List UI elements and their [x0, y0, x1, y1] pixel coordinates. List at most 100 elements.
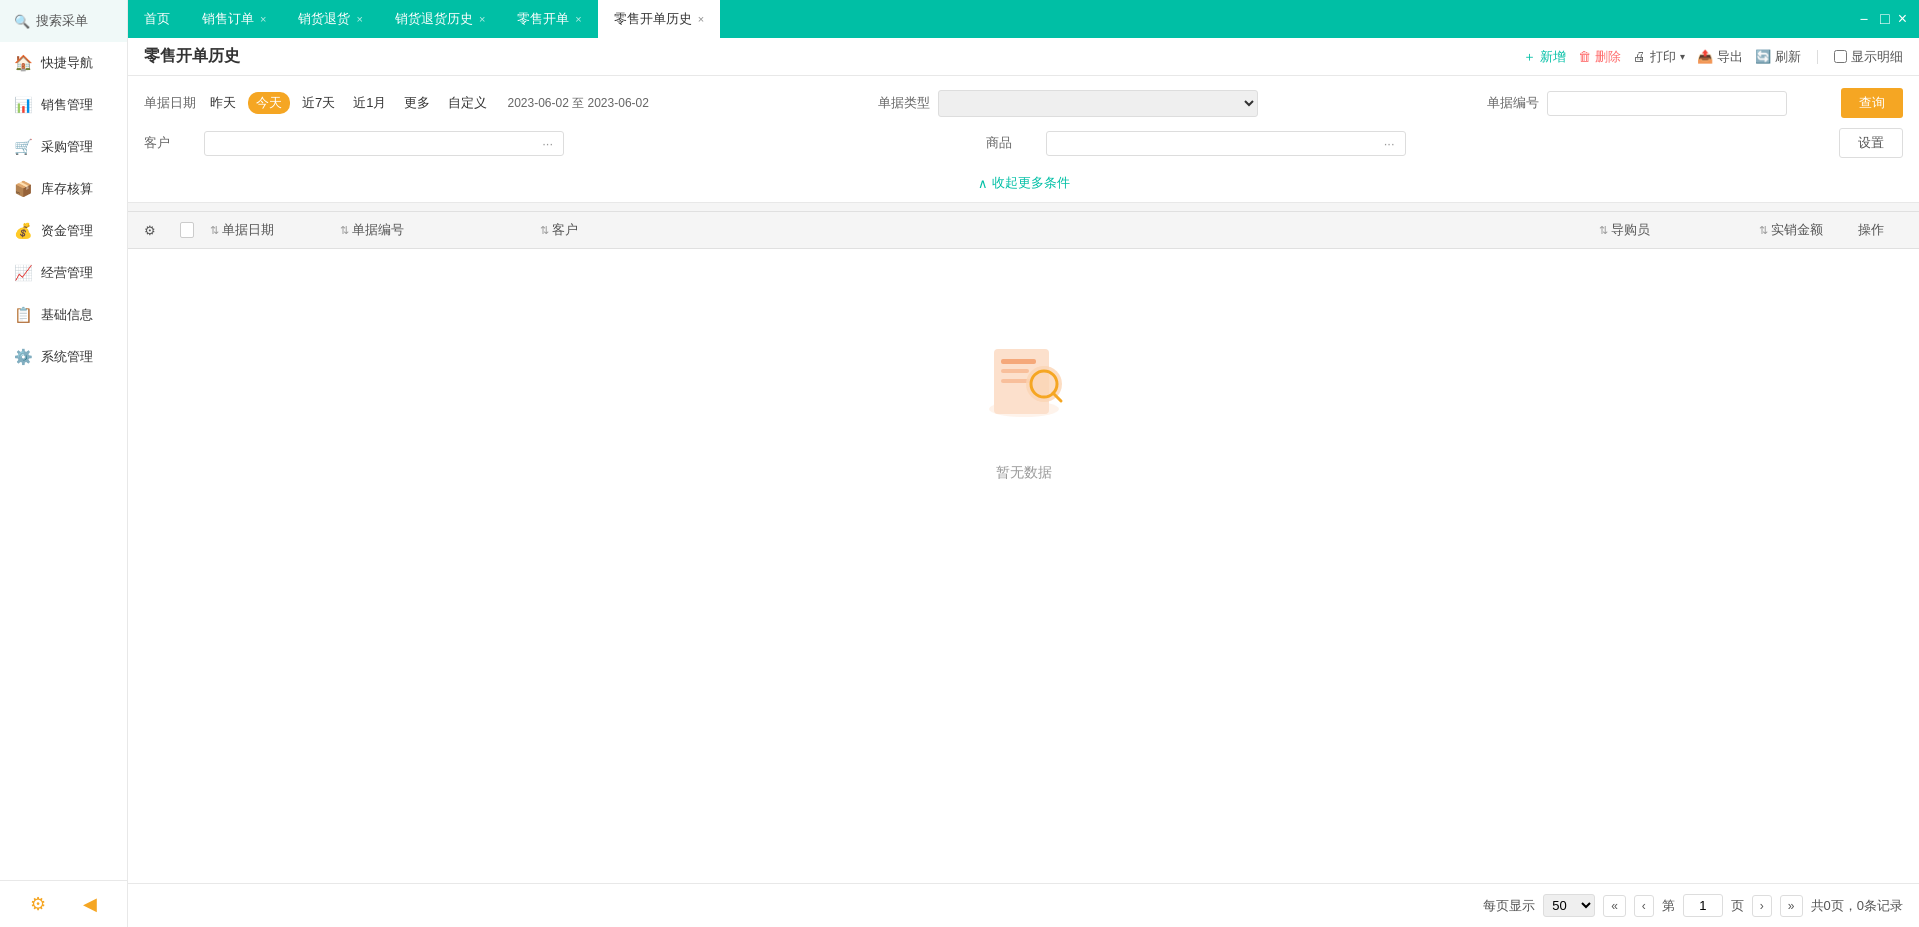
date-opt-custom[interactable]: 自定义	[442, 92, 493, 114]
delete-button[interactable]: 🗑 删除	[1578, 48, 1621, 66]
export-icon: 📤	[1697, 49, 1713, 64]
date-filter-options: 昨天 今天 近7天 近1月 更多 自定义 2023-06-02 至 2023-0…	[204, 92, 649, 114]
table-container: ⚙ ⇅ 单据日期 ⇅ 单据编号 ⇅ 客户 ⇅ 导购员 ⇅	[128, 211, 1919, 883]
add-button[interactable]: ＋ 新增	[1523, 48, 1566, 66]
th-no[interactable]: ⇅ 单据编号	[332, 221, 532, 239]
page-unit: 页	[1731, 897, 1744, 915]
th-customer-label: 客户	[552, 221, 578, 239]
sidebar-item-label: 销售管理	[41, 96, 93, 114]
date-opt-more[interactable]: 更多	[398, 92, 436, 114]
print-button[interactable]: 🖨 打印 ▾	[1633, 48, 1685, 66]
tab-retail-open[interactable]: 零售开单 ×	[501, 0, 597, 38]
tab-sales-order-label: 销售订单	[202, 10, 254, 28]
display-detail-checkbox[interactable]	[1834, 50, 1847, 63]
tab-retail-open-history[interactable]: 零售开单历史 ×	[598, 0, 720, 38]
maximize-button[interactable]: □	[1880, 10, 1890, 28]
svg-rect-3	[1001, 369, 1029, 373]
tab-retail-open-history-label: 零售开单历史	[614, 10, 692, 28]
export-label: 导出	[1717, 48, 1743, 66]
th-customer[interactable]: ⇅ 客户	[532, 221, 1591, 239]
sidebar-item-kuaijie[interactable]: 🏠 快捷导航	[0, 42, 127, 84]
customer-filter-input[interactable]: ···	[204, 131, 564, 156]
sidebar-item-label: 快捷导航	[41, 54, 93, 72]
next-page-button[interactable]: ›	[1752, 895, 1772, 917]
th-settings[interactable]: ⚙	[136, 223, 172, 238]
table-header: ⚙ ⇅ 单据日期 ⇅ 单据编号 ⇅ 客户 ⇅ 导购员 ⇅	[128, 211, 1919, 249]
filter-collapse-toggle[interactable]: ∧ 收起更多条件	[144, 168, 1903, 198]
tab-retail-open-history-close[interactable]: ×	[698, 13, 704, 25]
sidebar-item-label: 库存核算	[41, 180, 93, 198]
date-opt-yesterday[interactable]: 昨天	[204, 92, 242, 114]
filter-area: 单据日期 昨天 今天 近7天 近1月 更多 自定义 2023-06-02 至 2…	[128, 76, 1919, 203]
search-icon: 🔍	[14, 14, 30, 29]
th-no-label: 单据编号	[352, 221, 404, 239]
no-filter-input[interactable]	[1547, 91, 1787, 116]
sidebar-item-xitong[interactable]: ⚙️ 系统管理	[0, 336, 127, 378]
last-page-button[interactable]: »	[1780, 895, 1803, 917]
date-opt-today[interactable]: 今天	[248, 92, 290, 114]
sidebar-item-jingying[interactable]: 📈 经营管理	[0, 252, 127, 294]
sidebar-item-kucun[interactable]: 📦 库存核算	[0, 168, 127, 210]
tab-sales-return-history-label: 销货退货历史	[395, 10, 473, 28]
print-icon: 🖨	[1633, 49, 1646, 64]
close-button[interactable]: ×	[1898, 10, 1907, 28]
clipboard-icon: 📋	[14, 306, 33, 324]
settings-footer-icon[interactable]: ⚙	[30, 893, 46, 915]
th-amount[interactable]: ⇅ 实销金额	[1711, 221, 1831, 239]
empty-illustration	[974, 329, 1074, 448]
sidebar-item-zijin[interactable]: 💰 资金管理	[0, 210, 127, 252]
tab-sales-return-history[interactable]: 销货退货历史 ×	[379, 0, 501, 38]
sidebar-item-caigou[interactable]: 🛒 采购管理	[0, 126, 127, 168]
query-button[interactable]: 查询	[1841, 88, 1903, 118]
search-menu-item[interactable]: 🔍 搜索采单	[0, 0, 127, 42]
th-amount-sort-icon: ⇅	[1759, 224, 1768, 237]
tab-home[interactable]: 首页	[128, 0, 186, 38]
page-title: 零售开单历史	[144, 46, 240, 67]
date-opt-7days[interactable]: 近7天	[296, 92, 341, 114]
display-detail-label: 显示明细	[1851, 48, 1903, 66]
sidebar-footer: ⚙ ◀	[0, 880, 127, 927]
tab-retail-open-close[interactable]: ×	[575, 13, 581, 25]
minimize-button[interactable]: －	[1856, 9, 1872, 30]
refresh-button[interactable]: 🔄 刷新	[1755, 48, 1801, 66]
tab-sales-return[interactable]: 销货退货 ×	[282, 0, 378, 38]
th-date-label: 单据日期	[222, 221, 274, 239]
sidebar-item-label: 采购管理	[41, 138, 93, 156]
export-button[interactable]: 📤 导出	[1697, 48, 1743, 66]
tab-sales-return-history-close[interactable]: ×	[479, 13, 485, 25]
date-opt-1month[interactable]: 近1月	[347, 92, 392, 114]
setting-button[interactable]: 设置	[1839, 128, 1903, 158]
tab-sales-order-close[interactable]: ×	[260, 13, 266, 25]
sidebar-item-label: 系统管理	[41, 348, 93, 366]
goods-filter-input[interactable]: ···	[1046, 131, 1406, 156]
collapse-sidebar-icon[interactable]: ◀	[83, 893, 97, 915]
sidebar-item-xiaoshou[interactable]: 📊 销售管理	[0, 84, 127, 126]
column-settings-icon[interactable]: ⚙	[144, 223, 156, 238]
tabs-bar: 首页 销售订单 × 销货退货 × 销货退货历史 × 零售开单 × 零售开单历史 …	[128, 0, 1919, 38]
prev-page-button[interactable]: ‹	[1634, 895, 1654, 917]
tab-sales-order[interactable]: 销售订单 ×	[186, 0, 282, 38]
type-filter-label: 单据类型	[878, 94, 938, 112]
display-detail-button[interactable]: 显示明细	[1834, 48, 1903, 66]
main-content: 首页 销售订单 × 销货退货 × 销货退货历史 × 零售开单 × 零售开单历史 …	[128, 0, 1919, 927]
type-filter-select[interactable]	[938, 90, 1258, 117]
filter-row-date: 单据日期 昨天 今天 近7天 近1月 更多 自定义 2023-06-02 至 2…	[144, 88, 1903, 118]
per-page-select[interactable]: 50 10 20 100	[1543, 894, 1595, 917]
tab-sales-return-close[interactable]: ×	[356, 13, 362, 25]
th-amount-label: 实销金额	[1771, 221, 1823, 239]
date-range-display: 2023-06-02 至 2023-06-02	[507, 95, 648, 112]
no-filter-label: 单据编号	[1487, 94, 1547, 112]
th-guide[interactable]: ⇅ 导购员	[1591, 221, 1711, 239]
th-date[interactable]: ⇅ 单据日期	[202, 221, 332, 239]
search-menu-label: 搜索采单	[36, 12, 88, 30]
empty-text: 暂无数据	[996, 464, 1052, 482]
gear-icon: ⚙️	[14, 348, 33, 366]
first-page-button[interactable]: «	[1603, 895, 1626, 917]
home-icon: 🏠	[14, 54, 33, 72]
th-sort-icon: ⇅	[210, 224, 219, 237]
toolbar-actions: ＋ 新增 🗑 删除 🖨 打印 ▾ 📤 导出 🔄 刷新	[1523, 48, 1903, 66]
th-guide-label: 导购员	[1611, 221, 1650, 239]
select-all-checkbox[interactable]	[180, 222, 194, 238]
page-number-input[interactable]	[1683, 894, 1723, 917]
sidebar-item-jichu[interactable]: 📋 基础信息	[0, 294, 127, 336]
